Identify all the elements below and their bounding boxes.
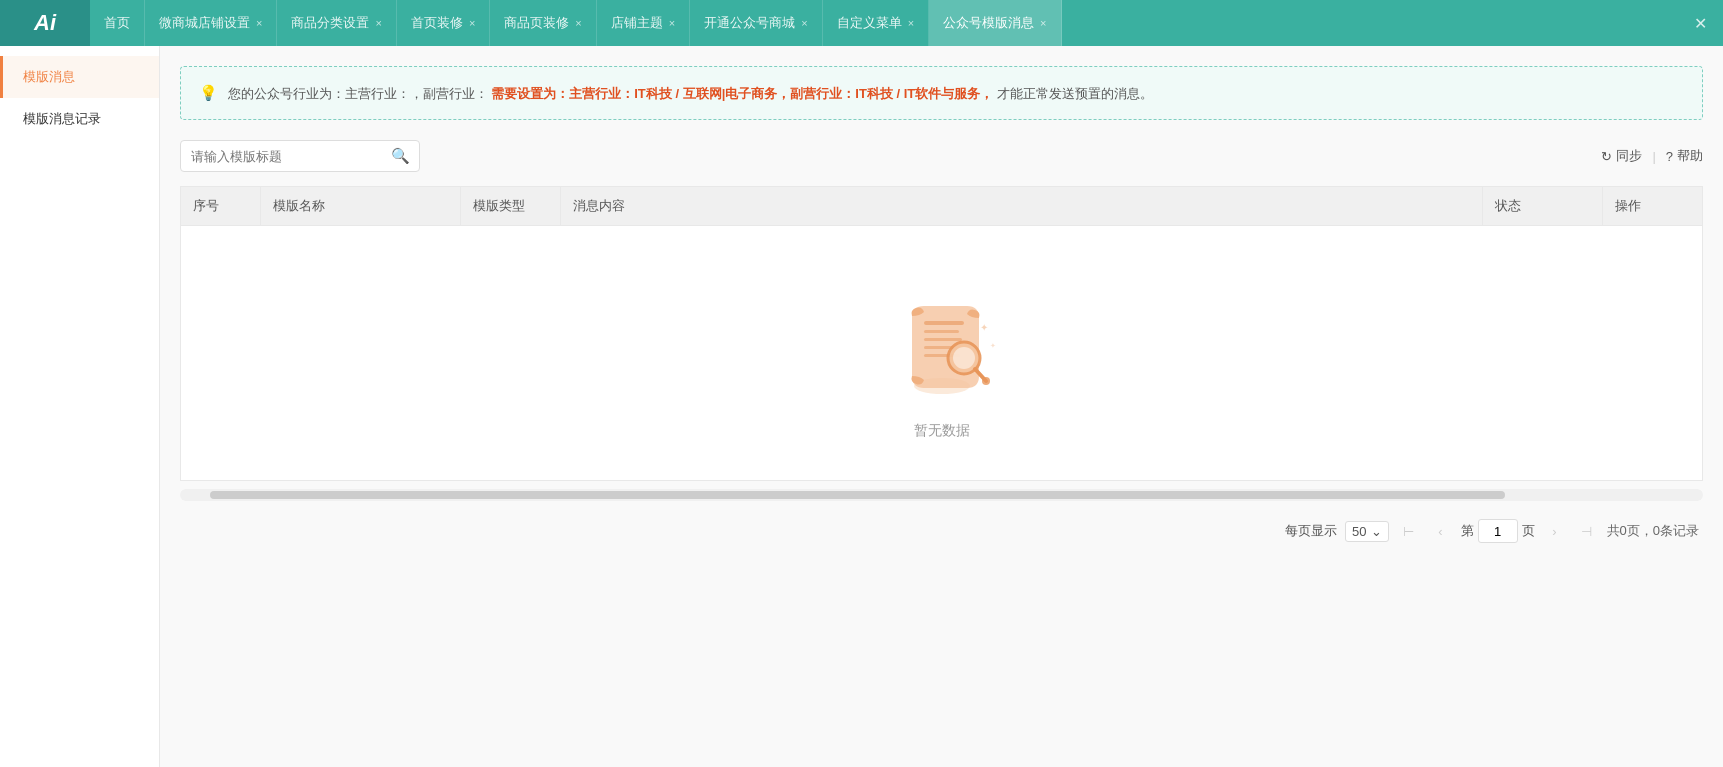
nav-tab-template-msg[interactable]: 公众号模版消息 × xyxy=(929,0,1061,46)
nav-tab-category[interactable]: 商品分类设置 × xyxy=(277,0,396,46)
total-info: 共0页，0条记录 xyxy=(1607,522,1699,540)
page-size-chevron: ⌄ xyxy=(1371,524,1382,539)
nav-tab-wechat-mall[interactable]: 开通公众号商城 × xyxy=(690,0,822,46)
table-header-row: 序号模版名称模版类型消息内容状态操作 xyxy=(181,187,1703,226)
page-input-wrap: 第 页 xyxy=(1461,519,1535,543)
svg-point-9 xyxy=(982,377,990,385)
nav-tab-label-custom-menu: 自定义菜单 xyxy=(837,14,902,32)
nav-tab-product-page[interactable]: 商品页装修 × xyxy=(490,0,596,46)
search-icon[interactable]: 🔍 xyxy=(391,147,410,165)
last-page-button[interactable]: ⊣ xyxy=(1575,519,1599,543)
nav-tab-close-product-page[interactable]: × xyxy=(575,17,581,29)
nav-tab-homepage[interactable]: 首页装修 × xyxy=(397,0,490,46)
empty-state: ✦ ✦ 暂无数据 xyxy=(181,226,1702,480)
page-size-select[interactable]: 50 ⌄ xyxy=(1345,521,1388,542)
help-label: 帮助 xyxy=(1677,147,1703,165)
page-size-value: 50 xyxy=(1352,524,1366,539)
logo-text: Ai xyxy=(34,10,56,36)
svg-rect-3 xyxy=(924,338,962,341)
nav-tab-weishop[interactable]: 微商城店铺设置 × xyxy=(145,0,277,46)
nav-tab-custom-menu[interactable]: 自定义菜单 × xyxy=(823,0,929,46)
sync-icon: ↻ xyxy=(1601,149,1612,164)
svg-text:✦: ✦ xyxy=(980,322,988,333)
nav-tab-close-custom-menu[interactable]: × xyxy=(908,17,914,29)
empty-row: ✦ ✦ 暂无数据 xyxy=(181,226,1703,481)
scrollbar-area[interactable] xyxy=(180,489,1703,501)
table-col-type: 模版类型 xyxy=(461,187,561,226)
notice-box: 💡 您的公众号行业为：主营行业：，副营行业： 需要设置为：主营行业：IT科技 /… xyxy=(180,66,1703,120)
sync-label: 同步 xyxy=(1616,147,1642,165)
nav-tab-close-weishop[interactable]: × xyxy=(256,17,262,29)
nav-tab-theme[interactable]: 店铺主题 × xyxy=(597,0,690,46)
nav-tab-home[interactable]: 首页 xyxy=(90,0,145,46)
table-body: ✦ ✦ 暂无数据 xyxy=(181,226,1703,481)
svg-rect-2 xyxy=(924,330,959,333)
nav-tab-label-wechat-mall: 开通公众号商城 xyxy=(704,14,795,32)
scrollbar-thumb[interactable] xyxy=(210,491,1505,499)
nav-tab-label-category: 商品分类设置 xyxy=(291,14,369,32)
page-suffix: 页 xyxy=(1522,522,1535,540)
sync-button[interactable]: ↻ 同步 xyxy=(1601,147,1642,165)
nav-tab-label-homepage: 首页装修 xyxy=(411,14,463,32)
table-col-status: 状态 xyxy=(1483,187,1603,226)
nav-tab-close-wechat-mall[interactable]: × xyxy=(801,17,807,29)
main-layout: 模版消息模版消息记录 💡 您的公众号行业为：主营行业：，副营行业： 需要设置为：… xyxy=(0,46,1723,767)
close-all-button[interactable]: ✕ xyxy=(1678,0,1723,46)
svg-text:✦: ✦ xyxy=(990,342,996,349)
help-button[interactable]: ? 帮助 xyxy=(1666,147,1703,165)
first-page-button[interactable]: ⊢ xyxy=(1397,519,1421,543)
page-size-label: 每页显示 xyxy=(1285,522,1337,540)
nav-tab-label-product-page: 商品页装修 xyxy=(504,14,569,32)
toolbar-right: ↻ 同步 | ? 帮助 xyxy=(1601,147,1703,165)
page-prefix: 第 xyxy=(1461,522,1474,540)
nav-tab-label-template-msg: 公众号模版消息 xyxy=(943,14,1034,32)
nav-tab-label-theme: 店铺主题 xyxy=(611,14,663,32)
table-col-content: 消息内容 xyxy=(561,187,1483,226)
prev-page-button[interactable]: ‹ xyxy=(1429,519,1453,543)
notice-icon: 💡 xyxy=(199,84,218,101)
nav-tab-close-theme[interactable]: × xyxy=(669,17,675,29)
sidebar-item-template-msg-log[interactable]: 模版消息记录 xyxy=(0,98,159,140)
table-col-name: 模版名称 xyxy=(261,187,461,226)
nav-tab-close-template-msg[interactable]: × xyxy=(1040,17,1046,29)
content-area: 💡 您的公众号行业为：主营行业：，副营行业： 需要设置为：主营行业：IT科技 /… xyxy=(160,46,1723,767)
empty-text: 暂无数据 xyxy=(914,422,970,440)
next-page-button[interactable]: › xyxy=(1543,519,1567,543)
toolbar-divider: | xyxy=(1652,149,1655,164)
notice-prefix: 您的公众号行业为：主营行业：，副营行业： xyxy=(228,86,488,101)
table-col-action: 操作 xyxy=(1603,187,1703,226)
search-bar: 🔍 ↻ 同步 | ? 帮助 xyxy=(180,140,1703,172)
sidebar: 模版消息模版消息记录 xyxy=(0,46,160,767)
nav-tab-close-homepage[interactable]: × xyxy=(469,17,475,29)
search-input-wrap: 🔍 xyxy=(180,140,420,172)
page-input[interactable] xyxy=(1478,519,1518,543)
pagination: 每页显示 50 ⌄ ⊢ ‹ 第 页 › ⊣ 共0页，0条记录 xyxy=(180,509,1703,547)
logo: Ai xyxy=(0,0,90,46)
nav-tab-close-category[interactable]: × xyxy=(375,17,381,29)
empty-icon: ✦ ✦ xyxy=(882,286,1002,406)
search-input[interactable] xyxy=(180,140,420,172)
svg-rect-1 xyxy=(924,321,964,325)
data-table: 序号模版名称模版类型消息内容状态操作 xyxy=(180,186,1703,481)
nav-tabs: 首页微商城店铺设置×商品分类设置×首页装修×商品页装修×店铺主题×开通公众号商城… xyxy=(90,0,1678,46)
notice-highlight: 需要设置为：主营行业：IT科技 / 互联网|电子商务，副营行业：IT科技 / I… xyxy=(491,86,993,101)
table-header: 序号模版名称模版类型消息内容状态操作 xyxy=(181,187,1703,226)
nav-tab-label-weishop: 微商城店铺设置 xyxy=(159,14,250,32)
nav-tab-label-home: 首页 xyxy=(104,14,130,32)
svg-point-7 xyxy=(953,347,975,369)
notice-suffix: 才能正常发送预置的消息。 xyxy=(997,86,1153,101)
table-col-index: 序号 xyxy=(181,187,261,226)
sidebar-item-template-msg[interactable]: 模版消息 xyxy=(0,56,159,98)
top-nav: Ai 首页微商城店铺设置×商品分类设置×首页装修×商品页装修×店铺主题×开通公众… xyxy=(0,0,1723,46)
help-icon: ? xyxy=(1666,149,1673,164)
